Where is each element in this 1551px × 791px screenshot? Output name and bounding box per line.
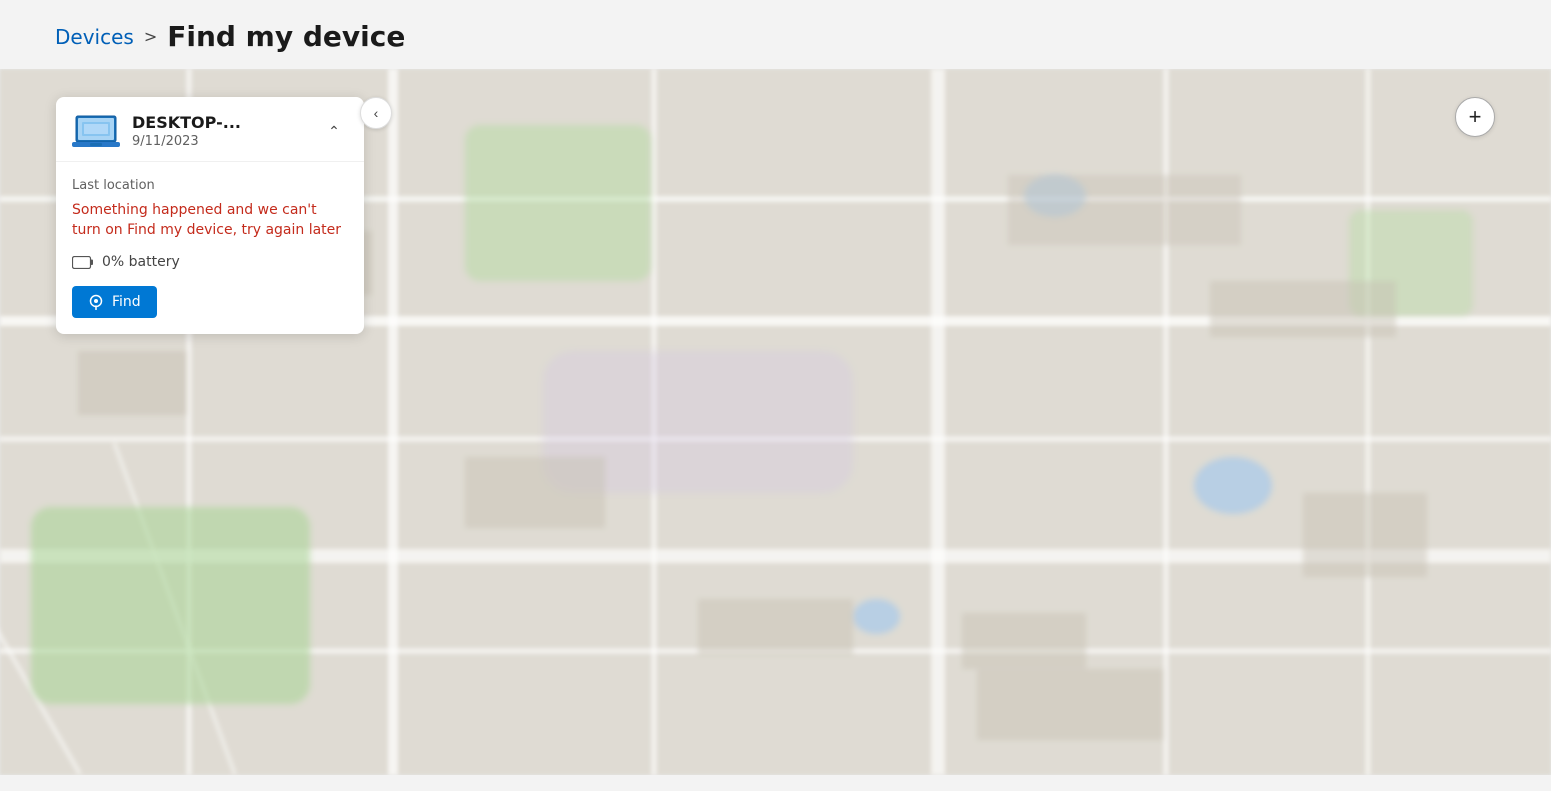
device-card: DESKTOP-... 9/11/2023 ⌃ Last location So… bbox=[56, 97, 364, 334]
collapse-button[interactable]: ⌃ bbox=[320, 117, 348, 145]
zoom-in-button[interactable]: + bbox=[1455, 97, 1495, 137]
breadcrumb-devices-link[interactable]: Devices bbox=[55, 25, 134, 49]
battery-row: 0% battery bbox=[72, 254, 348, 270]
last-location-label: Last location bbox=[72, 178, 348, 193]
location-pin-icon bbox=[88, 294, 104, 310]
device-info: DESKTOP-... 9/11/2023 bbox=[72, 113, 241, 149]
device-card-header: DESKTOP-... 9/11/2023 ⌃ bbox=[56, 97, 364, 162]
page-title: Find my device bbox=[167, 20, 405, 53]
plus-icon: + bbox=[1469, 104, 1482, 130]
device-name: DESKTOP-... bbox=[132, 113, 241, 132]
device-card-body: Last location Something happened and we … bbox=[56, 162, 364, 334]
breadcrumb: Devices > Find my device bbox=[0, 0, 1551, 69]
laptop-icon bbox=[72, 113, 120, 149]
battery-icon bbox=[72, 256, 94, 269]
battery-text: 0% battery bbox=[102, 254, 180, 270]
device-date: 9/11/2023 bbox=[132, 134, 241, 149]
chevron-left-icon: ‹ bbox=[374, 105, 379, 121]
panel-collapse-button[interactable]: ‹ bbox=[360, 97, 392, 129]
chevron-up-icon: ⌃ bbox=[328, 123, 340, 140]
error-message: Something happened and we can't turn on … bbox=[72, 201, 348, 240]
find-button[interactable]: Find bbox=[72, 286, 157, 318]
map-container: DESKTOP-... 9/11/2023 ⌃ Last location So… bbox=[0, 69, 1551, 775]
breadcrumb-chevron-icon: > bbox=[144, 27, 157, 46]
find-button-label: Find bbox=[112, 294, 141, 310]
device-text: DESKTOP-... 9/11/2023 bbox=[132, 113, 241, 149]
